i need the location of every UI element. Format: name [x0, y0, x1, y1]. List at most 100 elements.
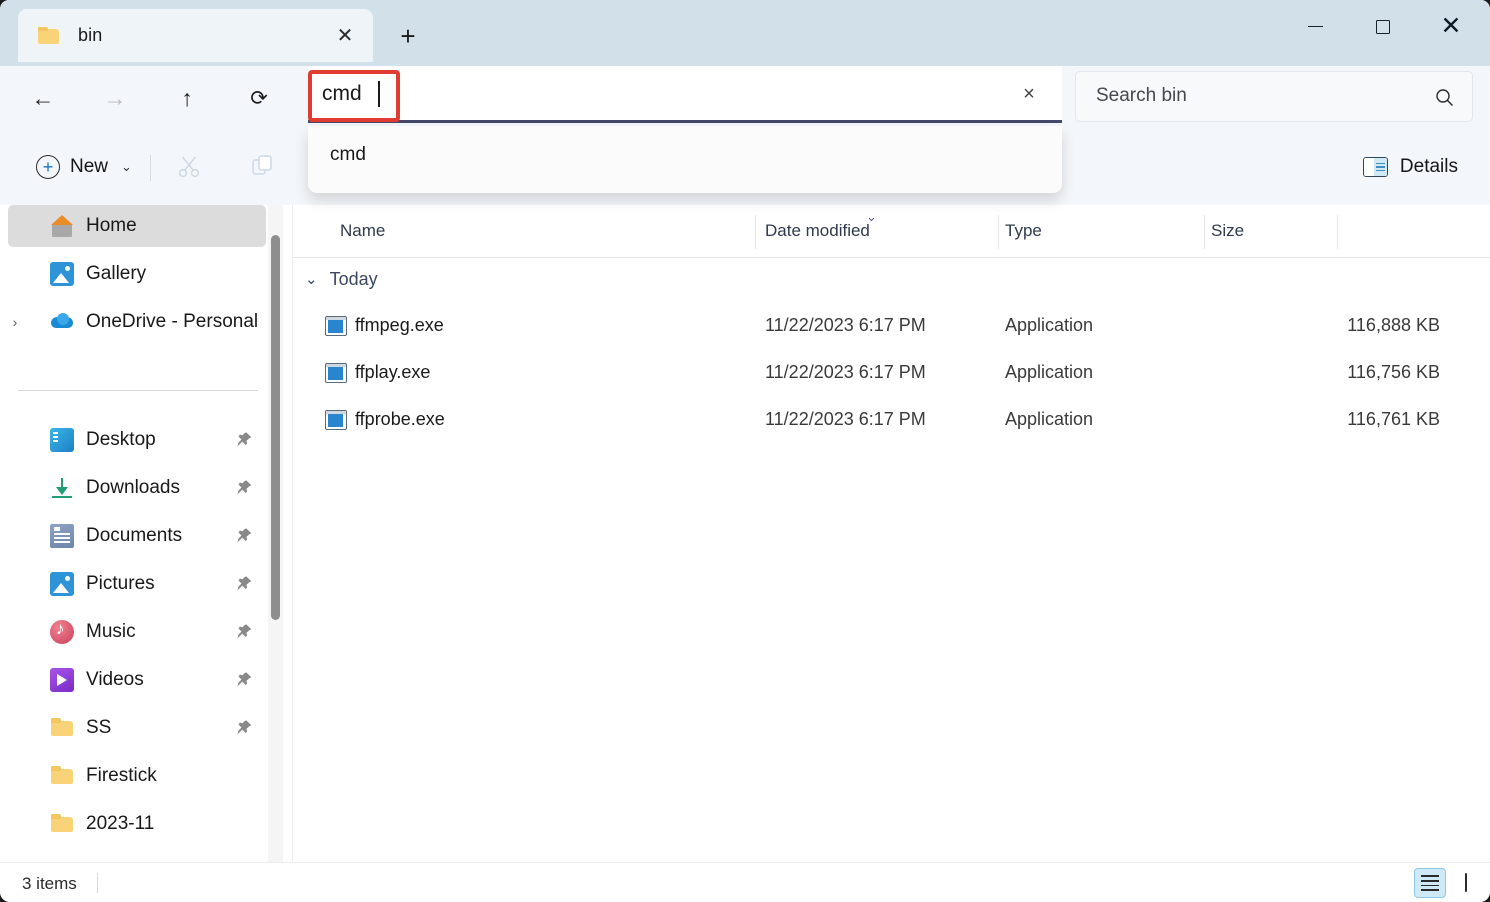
- column-header-date-modified[interactable]: Date modified: [765, 221, 870, 241]
- large-icons-view-button[interactable]: [1450, 868, 1482, 898]
- sidebar-item-home[interactable]: Home: [8, 205, 266, 247]
- folder-icon: [38, 26, 60, 45]
- address-suggestions-dropdown: cmd: [308, 126, 1062, 193]
- table-row[interactable]: ffplay.exe 11/22/2023 6:17 PM Application 1…: [293, 349, 1490, 396]
- navigation-pane: Home Gallery › OneDrive - Personal Desktop Do…: [0, 205, 293, 862]
- table-row[interactable]: ffprobe.exe 11/22/2023 6:17 PM Application…: [293, 396, 1490, 443]
- sidebar-item-downloads[interactable]: Downloads: [8, 467, 266, 509]
- status-bar: 3 items: [0, 862, 1490, 902]
- table-row[interactable]: ffmpeg.exe 11/22/2023 6:17 PM Application 1…: [293, 302, 1490, 349]
- column-header-name[interactable]: Name: [340, 221, 385, 241]
- file-type: Application: [1005, 362, 1094, 382]
- sidebar-item-label: Firestick: [86, 765, 157, 786]
- chevron-down-icon: ⌄: [305, 271, 318, 288]
- sidebar-item-pictures[interactable]: Pictures: [8, 563, 266, 605]
- onedrive-icon: [50, 310, 74, 334]
- copy-button[interactable]: [247, 151, 281, 183]
- file-date-modified: 11/22/2023 6:17 PM: [765, 409, 926, 429]
- column-header-size[interactable]: Size: [1211, 221, 1244, 241]
- list-view-icon: [1421, 875, 1439, 891]
- gallery-icon: [50, 262, 74, 286]
- column-separator[interactable]: [998, 215, 999, 249]
- details-pane-icon: [1362, 157, 1388, 177]
- sidebar-item-label: Videos: [86, 669, 144, 690]
- close-icon: ✕: [1440, 12, 1462, 40]
- sidebar-item-music[interactable]: Music: [8, 611, 266, 653]
- sidebar-item-documents[interactable]: Documents: [8, 515, 266, 557]
- group-header-label: Today: [329, 268, 378, 289]
- folder-icon: [50, 716, 74, 740]
- sidebar-item-ss[interactable]: SS: [8, 707, 266, 749]
- item-count-label: 3 items: [22, 874, 77, 893]
- sidebar-item-videos[interactable]: Videos: [8, 659, 266, 701]
- home-icon: [50, 214, 74, 238]
- suggestion-item-cmd[interactable]: cmd: [330, 144, 366, 166]
- cut-button[interactable]: [174, 151, 208, 183]
- search-box[interactable]: Search bin: [1075, 71, 1473, 122]
- search-icon[interactable]: [1432, 85, 1456, 109]
- sidebar-item-2023-11[interactable]: 2023-11: [8, 803, 266, 845]
- details-view-button[interactable]: [1414, 868, 1446, 898]
- column-separator[interactable]: [755, 215, 756, 249]
- back-button[interactable]: ←: [23, 78, 63, 118]
- address-bar[interactable]: cmd ×: [308, 66, 1062, 123]
- plus-icon: +: [36, 155, 60, 179]
- pin-icon[interactable]: [236, 623, 254, 641]
- column-separator[interactable]: [1337, 215, 1338, 249]
- videos-icon: [50, 668, 74, 692]
- minimize-button[interactable]: [1280, 0, 1350, 53]
- sidebar-item-label: Desktop: [86, 429, 156, 450]
- file-size: 116,756 KB: [1347, 362, 1440, 382]
- column-header-row: Name Date modified Type Size ⌄: [293, 205, 1490, 258]
- new-button-label: New: [70, 156, 109, 177]
- sidebar-item-label: 2023-11: [86, 813, 155, 834]
- pin-icon[interactable]: [236, 575, 254, 593]
- close-tab-icon[interactable]: ✕: [333, 24, 357, 48]
- pictures-icon: [50, 572, 74, 596]
- pin-icon[interactable]: [236, 671, 254, 689]
- file-explorer-window: bin ✕ + ✕ ← → ↑ ⟳ cmd × cmd Search bin +…: [0, 0, 1490, 902]
- application-icon: [325, 362, 347, 383]
- sidebar-item-label: OneDrive - Personal: [86, 311, 259, 332]
- pin-icon[interactable]: [236, 431, 254, 449]
- sidebar-item-firestick[interactable]: Firestick: [8, 755, 266, 797]
- maximize-button[interactable]: [1348, 0, 1418, 53]
- sidebar-item-onedrive-personal[interactable]: › OneDrive - Personal: [8, 301, 266, 343]
- desktop-icon: [50, 428, 74, 452]
- arrow-left-icon: ←: [31, 84, 55, 111]
- status-divider: [97, 873, 98, 893]
- clear-address-icon[interactable]: ×: [1016, 81, 1042, 107]
- column-separator[interactable]: [1204, 215, 1205, 249]
- refresh-button[interactable]: ⟳: [239, 78, 279, 118]
- up-button[interactable]: ↑: [167, 78, 207, 118]
- group-header-today[interactable]: ⌄ Today: [293, 258, 1490, 300]
- application-icon: [325, 315, 347, 336]
- sidebar-item-desktop[interactable]: Desktop: [8, 419, 266, 461]
- close-window-button[interactable]: ✕: [1416, 0, 1486, 53]
- sidebar-item-gallery[interactable]: Gallery: [8, 253, 266, 295]
- sidebar-item-label: Gallery: [86, 263, 147, 284]
- sidebar-divider: [18, 390, 258, 391]
- new-tab-button[interactable]: +: [393, 21, 423, 51]
- sidebar-item-label: Pictures: [86, 573, 155, 594]
- file-name: ffprobe.exe: [355, 409, 445, 429]
- new-button[interactable]: + New ⌄: [26, 148, 142, 186]
- maximize-icon: [1376, 19, 1390, 34]
- file-size: 116,761 KB: [1347, 409, 1440, 429]
- sidebar-scrollbar-thumb[interactable]: [271, 235, 280, 620]
- file-type: Application: [1005, 409, 1094, 429]
- details-pane-button[interactable]: Details: [1353, 149, 1468, 185]
- sort-chevron-icon: ⌄: [866, 209, 877, 224]
- column-header-type[interactable]: Type: [1005, 221, 1042, 241]
- pin-icon[interactable]: [236, 479, 254, 497]
- file-name: ffplay.exe: [355, 362, 431, 382]
- file-name: ffmpeg.exe: [355, 315, 444, 335]
- tab-bin[interactable]: bin ✕: [18, 9, 373, 62]
- title-bar: bin ✕ + ✕: [0, 0, 1490, 66]
- arrow-up-icon: ↑: [181, 84, 193, 111]
- forward-button[interactable]: →: [95, 78, 135, 118]
- pin-icon[interactable]: [236, 527, 254, 545]
- pin-icon[interactable]: [236, 719, 254, 737]
- chevron-right-icon[interactable]: ›: [0, 314, 30, 330]
- sidebar-item-label: Home: [86, 215, 137, 236]
